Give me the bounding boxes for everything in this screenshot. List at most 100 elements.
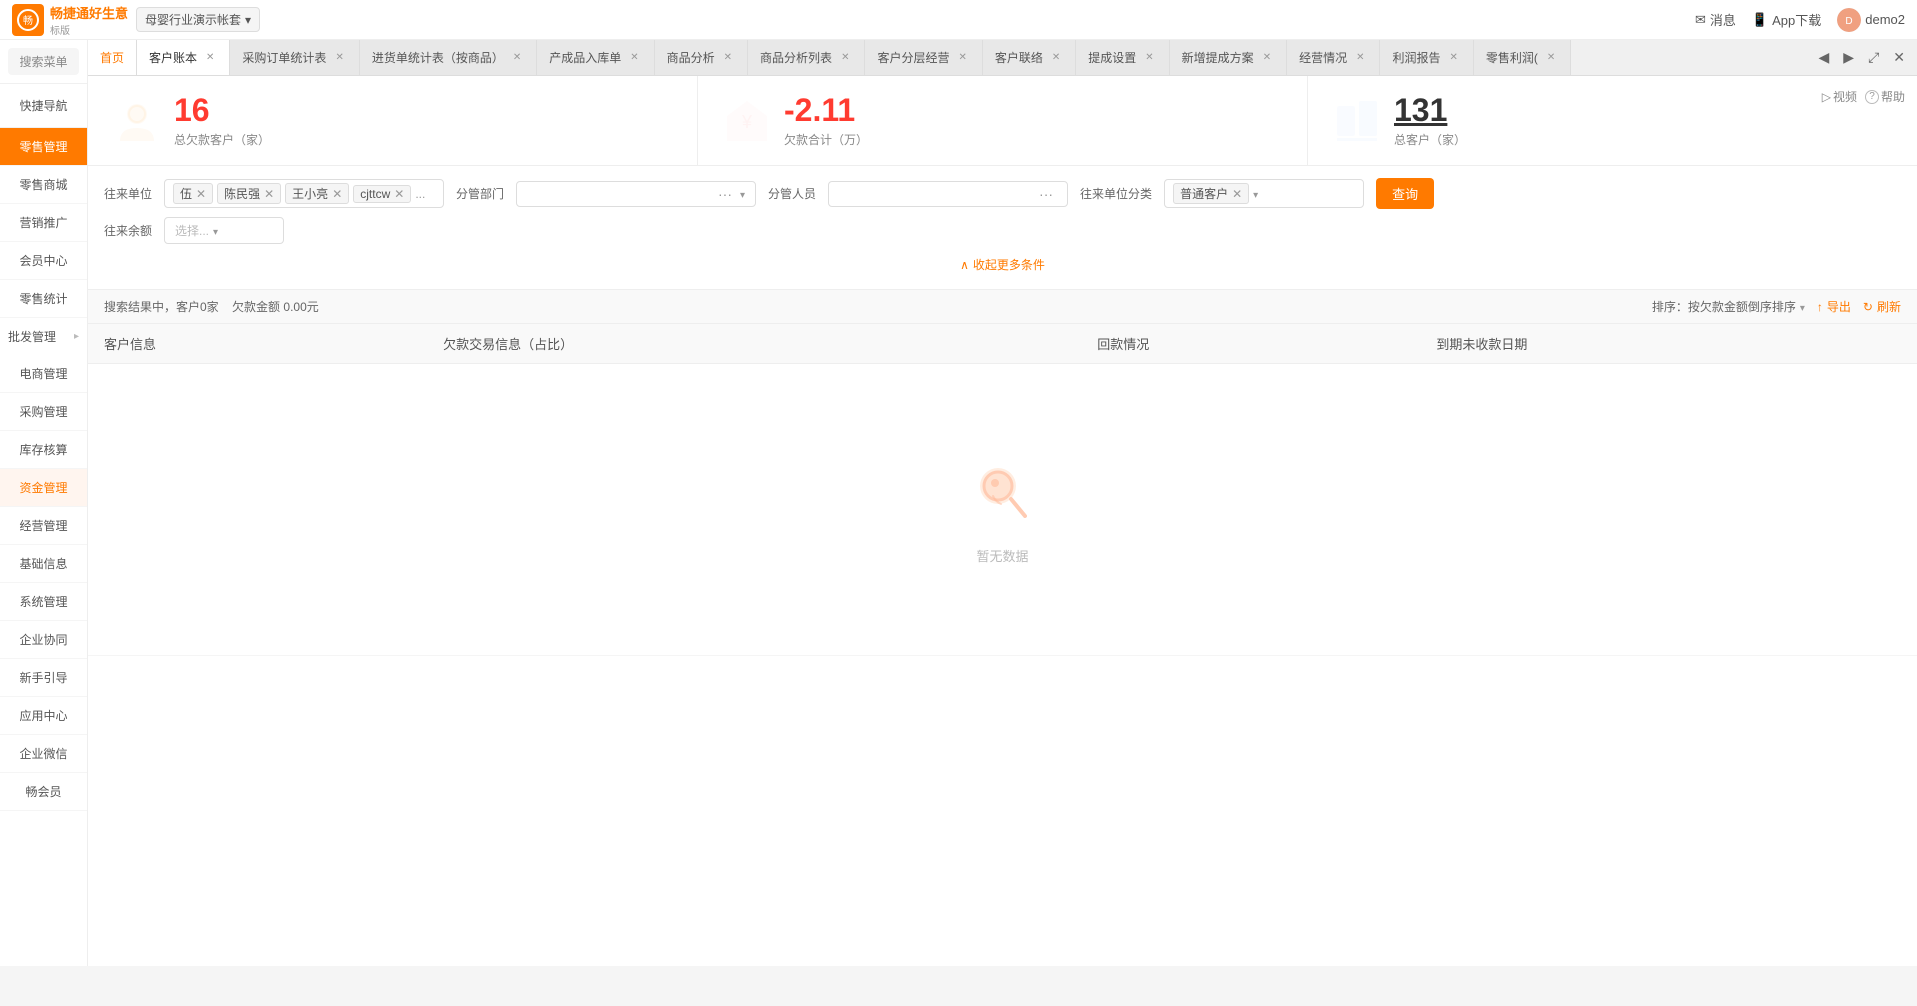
person-filter-select[interactable]: ···: [828, 181, 1068, 207]
tag-wang-close[interactable]: ✕: [332, 187, 342, 201]
tab-goods-analysis-list[interactable]: 商品分析列表 ✕: [748, 40, 865, 76]
tab-promotion-settings-close[interactable]: ✕: [1142, 51, 1156, 64]
sidebar-item-ecommerce[interactable]: 电商管理: [0, 355, 87, 393]
messages-btn[interactable]: ✉ 消息: [1695, 10, 1736, 29]
empty-cell: 暂无数据: [88, 364, 1917, 656]
tab-home-label: 首页: [100, 49, 124, 66]
tab-customer-tier[interactable]: 客户分层经营 ✕: [865, 40, 982, 76]
content-area: 首页 客户账本 ✕ 采购订单统计表 ✕ 进货单统计表（按商品） ✕ 产成品入库单…: [88, 40, 1917, 966]
export-btn[interactable]: ↑ 导出: [1817, 298, 1851, 315]
video-help-btn[interactable]: ▷ 视频: [1822, 88, 1857, 105]
tab-profit-report-close[interactable]: ✕: [1447, 51, 1461, 64]
refresh-btn[interactable]: ↻ 刷新: [1863, 298, 1901, 315]
app-download-btn[interactable]: 📱 App下载: [1752, 10, 1821, 29]
tab-purchase-order-label: 采购订单统计表: [242, 49, 326, 66]
sidebar-item-inventory[interactable]: 库存核算: [0, 431, 87, 469]
tab-operation-status-close[interactable]: ✕: [1353, 51, 1367, 64]
unit-more-btn[interactable]: ...: [415, 187, 425, 201]
sidebar-item-retail-mall[interactable]: 零售商城: [0, 166, 87, 204]
collapse-btn[interactable]: ∧ 收起更多条件: [104, 252, 1901, 277]
tab-goods-analysis[interactable]: 商品分析 ✕: [655, 40, 748, 76]
sidebar-item-enterprise-coop[interactable]: 企业协同: [0, 621, 87, 659]
sidebar-item-retail-mgmt[interactable]: 零售管理: [0, 128, 87, 166]
stat-item-total-customers: 131 总客户（家） ▷ 视频 ? 帮助: [1308, 76, 1917, 165]
svg-text:D: D: [1846, 16, 1853, 27]
tab-purchase-stats[interactable]: 进货单统计表（按商品） ✕: [360, 40, 537, 76]
sidebar-item-retail-stats[interactable]: 零售统计: [0, 280, 87, 318]
sidebar-item-basic-info[interactable]: 基础信息: [0, 545, 87, 583]
stat1-number: 16: [174, 93, 673, 128]
sidebar-item-app-center[interactable]: 应用中心: [0, 697, 87, 735]
sidebar-item-label: 零售管理: [4, 138, 83, 155]
tab-cost-entry[interactable]: 产成品入库单 ✕: [537, 40, 654, 76]
tab-scroll-right-btn[interactable]: ▶: [1837, 46, 1860, 69]
tab-promotion-settings[interactable]: 提成设置 ✕: [1076, 40, 1169, 76]
tab-cost-entry-close[interactable]: ✕: [627, 51, 641, 64]
tab-new-promotion-plan-close[interactable]: ✕: [1260, 51, 1274, 64]
empty-illustration: [963, 454, 1043, 534]
query-btn[interactable]: 查询: [1376, 178, 1434, 209]
tab-scroll-left-btn[interactable]: ◀: [1813, 46, 1836, 69]
tag-unit-wang: 王小亮 ✕: [285, 183, 349, 204]
unit-filter-tags[interactable]: 伍 ✕ 陈民强 ✕ 王小亮 ✕ cjttcw ✕: [164, 179, 444, 208]
sidebar-item-system[interactable]: 系统管理: [0, 583, 87, 621]
tab-goods-analysis-list-close[interactable]: ✕: [838, 51, 852, 64]
sidebar-item-purchase[interactable]: 采购管理: [0, 393, 87, 431]
sidebar-item-finance[interactable]: 资金管理: [0, 469, 87, 507]
tab-new-promotion-plan[interactable]: 新增提成方案 ✕: [1170, 40, 1287, 76]
sidebar-item-label: 营销推广: [4, 214, 83, 231]
tab-customer-contact-close[interactable]: ✕: [1049, 51, 1063, 64]
sidebar-item-marketing[interactable]: 营销推广: [0, 204, 87, 242]
tab-purchase-order[interactable]: 采购订单统计表 ✕: [230, 40, 359, 76]
unit-class-filter[interactable]: 普通客户 ✕: [1164, 179, 1364, 208]
workspace-label: 母婴行业演示帐套: [145, 11, 241, 28]
balance-filter-select[interactable]: 选择...: [164, 217, 284, 244]
tab-profit-report[interactable]: 利润报告 ✕: [1380, 40, 1473, 76]
tab-customer-tier-label: 客户分层经营: [877, 49, 949, 66]
doc-help-btn[interactable]: ? 帮助: [1865, 88, 1905, 105]
tab-close-all-btn[interactable]: ✕: [1887, 46, 1911, 69]
filter-row-1: 往来单位 伍 ✕ 陈民强 ✕ 王小亮 ✕: [104, 178, 1901, 209]
tab-customer-contact[interactable]: 客户联络 ✕: [983, 40, 1076, 76]
sidebar-item-enterprise-wechat[interactable]: 企业微信: [0, 735, 87, 773]
person-dots[interactable]: ···: [1039, 186, 1053, 202]
tag-wu-close[interactable]: ✕: [196, 187, 206, 201]
tab-home[interactable]: 首页: [88, 40, 137, 76]
chevron-right-icon: ▸: [74, 331, 79, 342]
collapse-row: ∧ 收起更多条件: [104, 252, 1901, 277]
sidebar-item-new-guide[interactable]: 新手引导: [0, 659, 87, 697]
tab-retail-profit[interactable]: 零售利润( ✕: [1474, 40, 1571, 76]
tab-maximize-btn[interactable]: ⤢: [1862, 46, 1885, 69]
sidebar-search-btn[interactable]: 搜索菜单: [8, 48, 79, 75]
dept-dots[interactable]: ···: [718, 186, 732, 202]
tag-cjttcw-close[interactable]: ✕: [394, 187, 404, 201]
sidebar-item-label: 新手引导: [4, 669, 83, 686]
sidebar-item-wholesale-mgmt[interactable]: 批发管理 ▸: [0, 318, 87, 355]
sidebar-item-label: 库存核算: [4, 441, 83, 458]
sidebar-item-operation[interactable]: 经营管理: [0, 507, 87, 545]
tab-customer-book-label: 客户账本: [149, 49, 197, 66]
tag-chen-close[interactable]: ✕: [264, 187, 274, 201]
workspace-selector[interactable]: 母婴行业演示帐套 ▾: [136, 7, 260, 32]
tab-goods-analysis-close[interactable]: ✕: [721, 51, 735, 64]
sidebar-item-label: 应用中心: [4, 707, 83, 724]
tab-customer-book[interactable]: 客户账本 ✕: [137, 40, 230, 76]
user-avatar-btn[interactable]: D demo2: [1837, 8, 1905, 32]
tab-retail-profit-close[interactable]: ✕: [1544, 51, 1558, 64]
stat-item-customers: 16 总欠款客户（家）: [88, 76, 698, 165]
quick-nav-btn[interactable]: 快捷导航: [8, 92, 79, 119]
tab-customer-tier-close[interactable]: ✕: [955, 51, 969, 64]
col-customer-info: 客户信息: [88, 324, 427, 364]
tab-operation-status[interactable]: 经营情况 ✕: [1287, 40, 1380, 76]
sort-selector[interactable]: 排序：按欠款金额倒序排序: [1652, 298, 1805, 315]
tab-purchase-stats-close[interactable]: ✕: [510, 51, 524, 64]
tab-purchase-order-close[interactable]: ✕: [332, 51, 346, 64]
tag-ordinary-close[interactable]: ✕: [1232, 187, 1242, 201]
tab-customer-book-close[interactable]: ✕: [203, 51, 217, 64]
dept-filter-select[interactable]: ···: [516, 181, 756, 207]
sidebar-item-label: 电商管理: [4, 365, 83, 382]
tab-purchase-stats-label: 进货单统计表（按商品）: [372, 49, 504, 66]
sidebar-item-vip-member[interactable]: 畅会员: [0, 773, 87, 811]
avatar: D: [1837, 8, 1861, 32]
sidebar-item-member[interactable]: 会员中心: [0, 242, 87, 280]
